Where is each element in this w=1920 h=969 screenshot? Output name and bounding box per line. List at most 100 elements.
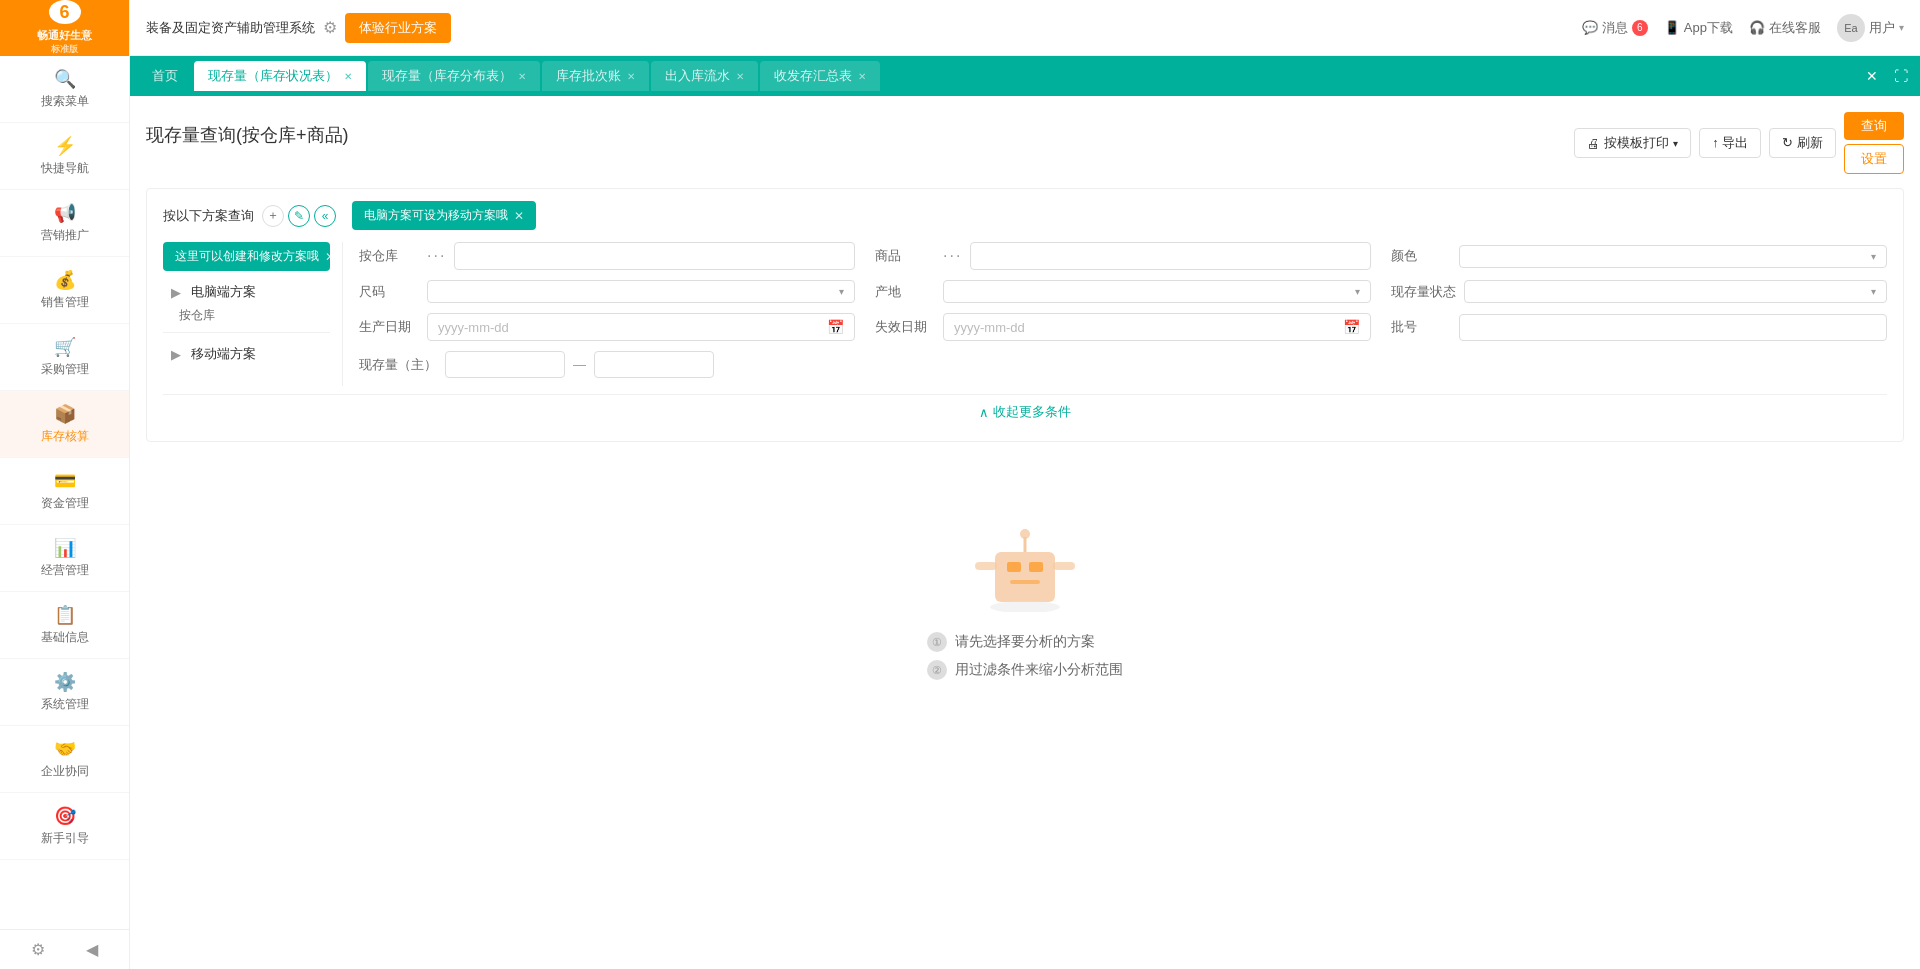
- warehouse-dots[interactable]: ···: [427, 247, 446, 265]
- expire-date-field: 失效日期 yyyy-mm-dd 📅: [875, 313, 1371, 341]
- sidebar-label-stock: 库存核算: [41, 428, 89, 445]
- app-download-btn[interactable]: 📱 App下载: [1664, 19, 1733, 37]
- tab-home[interactable]: 首页: [138, 61, 192, 91]
- empty-steps: ① 请先选择要分析的方案 ② 用过滤条件来缩小分析范围: [927, 632, 1123, 688]
- tooltip-2-container: 这里可以创建和修改方案哦 ✕: [163, 242, 330, 271]
- scheme-mobile-item[interactable]: ▶ 移动端方案: [163, 341, 330, 367]
- tab-batch-close[interactable]: ✕: [627, 71, 635, 82]
- stock-max-input[interactable]: [594, 351, 714, 378]
- scheme-sub-item[interactable]: 按仓库: [163, 307, 330, 324]
- filter-row-2: 尺码 ▾ 产地 ▾: [359, 280, 1887, 303]
- warehouse-input[interactable]: [454, 242, 855, 270]
- sidebar-item-basic[interactable]: 📋 基础信息: [0, 592, 129, 659]
- tab-batch[interactable]: 库存批次账 ✕: [542, 61, 649, 91]
- logo: 6 畅通好生意 标准版: [0, 0, 129, 56]
- empty-icon: [965, 502, 1085, 612]
- close-all-tabs-btn[interactable]: ✕: [1862, 64, 1882, 88]
- divider: [163, 332, 330, 333]
- sidebar-settings-btn[interactable]: ⚙: [31, 940, 45, 959]
- sidebar-label-finance: 资金管理: [41, 495, 89, 512]
- edit-scheme-btn[interactable]: ✎: [288, 205, 310, 227]
- marketing-icon: 📢: [54, 202, 76, 224]
- message-btn[interactable]: 💬 消息 6: [1582, 19, 1648, 37]
- origin-select[interactable]: ▾: [943, 280, 1371, 303]
- tab-stock-status[interactable]: 现存量（库存状况表） ✕: [194, 61, 366, 91]
- svg-rect-0: [995, 552, 1055, 602]
- gear-icon[interactable]: ⚙: [323, 18, 337, 37]
- industry-btn[interactable]: 体验行业方案: [345, 13, 451, 43]
- tab-receive-label: 收发存汇总表: [774, 67, 852, 85]
- query-btn[interactable]: 查询: [1844, 112, 1904, 140]
- svg-rect-2: [1029, 562, 1043, 572]
- tab-in-out-close[interactable]: ✕: [736, 71, 744, 82]
- tooltip-1-close[interactable]: ✕: [514, 209, 524, 223]
- company-icon: 🤝: [54, 738, 76, 760]
- size-chevron-icon: ▾: [839, 286, 844, 297]
- sidebar-collapse-btn[interactable]: ◀: [86, 940, 98, 959]
- online-support-btn[interactable]: 🎧 在线客服: [1749, 19, 1821, 37]
- sidebar-item-guide[interactable]: 🎯 新手引导: [0, 793, 129, 860]
- tooltip-desktop-scheme: 电脑方案可设为移动方案哦 ✕: [352, 201, 536, 230]
- sidebar-bottom: ⚙ ◀: [0, 929, 129, 969]
- filter-label: 按以下方案查询: [163, 207, 254, 225]
- sidebar-nav: 🔍 搜索菜单 ⚡ 快捷导航 📢 营销推广 💰 销售管理 🛒 采购管理 📦 库存核…: [0, 56, 129, 929]
- collapse-btn[interactable]: ∧ 收起更多条件: [163, 394, 1887, 429]
- finance-icon: 💳: [54, 470, 76, 492]
- sidebar-label-operation: 经营管理: [41, 562, 89, 579]
- sidebar-item-operation[interactable]: 📊 经营管理: [0, 525, 129, 592]
- scheme-mobile-arrow: ▶: [171, 347, 181, 362]
- empty-step-1: ① 请先选择要分析的方案: [927, 632, 1123, 652]
- tab-receive-close[interactable]: ✕: [858, 71, 866, 82]
- filter-row-4: 现存量（主） —: [359, 351, 1887, 378]
- tab-in-out[interactable]: 出入库流水 ✕: [651, 61, 758, 91]
- tab-receive[interactable]: 收发存汇总表 ✕: [760, 61, 880, 91]
- tab-stock-dist-close[interactable]: ✕: [518, 71, 526, 82]
- stock-status-label: 现存量状态: [1391, 283, 1456, 301]
- refresh-btn[interactable]: ↻ 刷新: [1769, 128, 1836, 158]
- sidebar-item-system[interactable]: ⚙️ 系统管理: [0, 659, 129, 726]
- sidebar-label-marketing: 营销推广: [41, 227, 89, 244]
- scheme-desktop-item[interactable]: ▶ 电脑端方案: [163, 279, 330, 305]
- goods-field: 商品 ···: [875, 242, 1371, 270]
- warehouse-label: 按仓库: [359, 247, 419, 265]
- produce-date-input[interactable]: yyyy-mm-dd 📅: [427, 313, 855, 341]
- produce-cal-icon: 📅: [827, 319, 844, 335]
- tooltip-2-close[interactable]: ✕: [325, 250, 335, 264]
- online-support-label: 在线客服: [1769, 19, 1821, 37]
- stock-status-select[interactable]: ▾: [1464, 280, 1887, 303]
- maximize-btn[interactable]: ⛶: [1890, 64, 1912, 88]
- sidebar-item-stock[interactable]: 📦 库存核算: [0, 391, 129, 458]
- sidebar-item-purchase[interactable]: 🛒 采购管理: [0, 324, 129, 391]
- sidebar-item-marketing[interactable]: 📢 营销推广: [0, 190, 129, 257]
- sidebar: 6 畅通好生意 标准版 🔍 搜索菜单 ⚡ 快捷导航 📢 营销推广 💰 销售管理 …: [0, 0, 130, 969]
- sidebar-item-quick[interactable]: ⚡ 快捷导航: [0, 123, 129, 190]
- filter-left-panel: 这里可以创建和修改方案哦 ✕ ▶ 电脑端方案 按仓库: [163, 242, 343, 386]
- sidebar-item-company[interactable]: 🤝 企业协同: [0, 726, 129, 793]
- size-field: 尺码 ▾: [359, 280, 855, 303]
- origin-chevron-icon: ▾: [1355, 286, 1360, 297]
- stock-min-input[interactable]: [445, 351, 565, 378]
- message-icon: 💬: [1582, 20, 1598, 35]
- sales-icon: 💰: [54, 269, 76, 291]
- back-btn[interactable]: «: [314, 205, 336, 227]
- expire-date-input[interactable]: yyyy-mm-dd 📅: [943, 313, 1371, 341]
- page-content: 现存量查询(按仓库+商品) 🖨 按模板打印 ▾ ↑ 导出 ↻ 刷新 查询 设置: [130, 96, 1920, 969]
- goods-input[interactable]: [970, 242, 1371, 270]
- export-btn[interactable]: ↑ 导出: [1699, 128, 1761, 158]
- template-print-btn[interactable]: 🖨 按模板打印 ▾: [1574, 128, 1691, 158]
- sidebar-item-search[interactable]: 🔍 搜索菜单: [0, 56, 129, 123]
- color-select[interactable]: ▾: [1459, 245, 1887, 268]
- size-select[interactable]: ▾: [427, 280, 855, 303]
- quick-icon: ⚡: [54, 135, 76, 157]
- tab-stock-dist[interactable]: 现存量（库存分布表） ✕: [368, 61, 540, 91]
- user-area[interactable]: Ea 用户 ▾: [1837, 14, 1904, 42]
- batch-input[interactable]: [1459, 314, 1887, 341]
- tab-stock-status-close[interactable]: ✕: [344, 71, 352, 82]
- goods-dots[interactable]: ···: [943, 247, 962, 265]
- add-scheme-btn[interactable]: ＋: [262, 205, 284, 227]
- system-title: 装备及固定资产辅助管理系统: [146, 19, 315, 37]
- sidebar-item-finance[interactable]: 💳 资金管理: [0, 458, 129, 525]
- system-icon: ⚙️: [54, 671, 76, 693]
- setting-btn[interactable]: 设置: [1844, 144, 1904, 174]
- sidebar-item-sales[interactable]: 💰 销售管理: [0, 257, 129, 324]
